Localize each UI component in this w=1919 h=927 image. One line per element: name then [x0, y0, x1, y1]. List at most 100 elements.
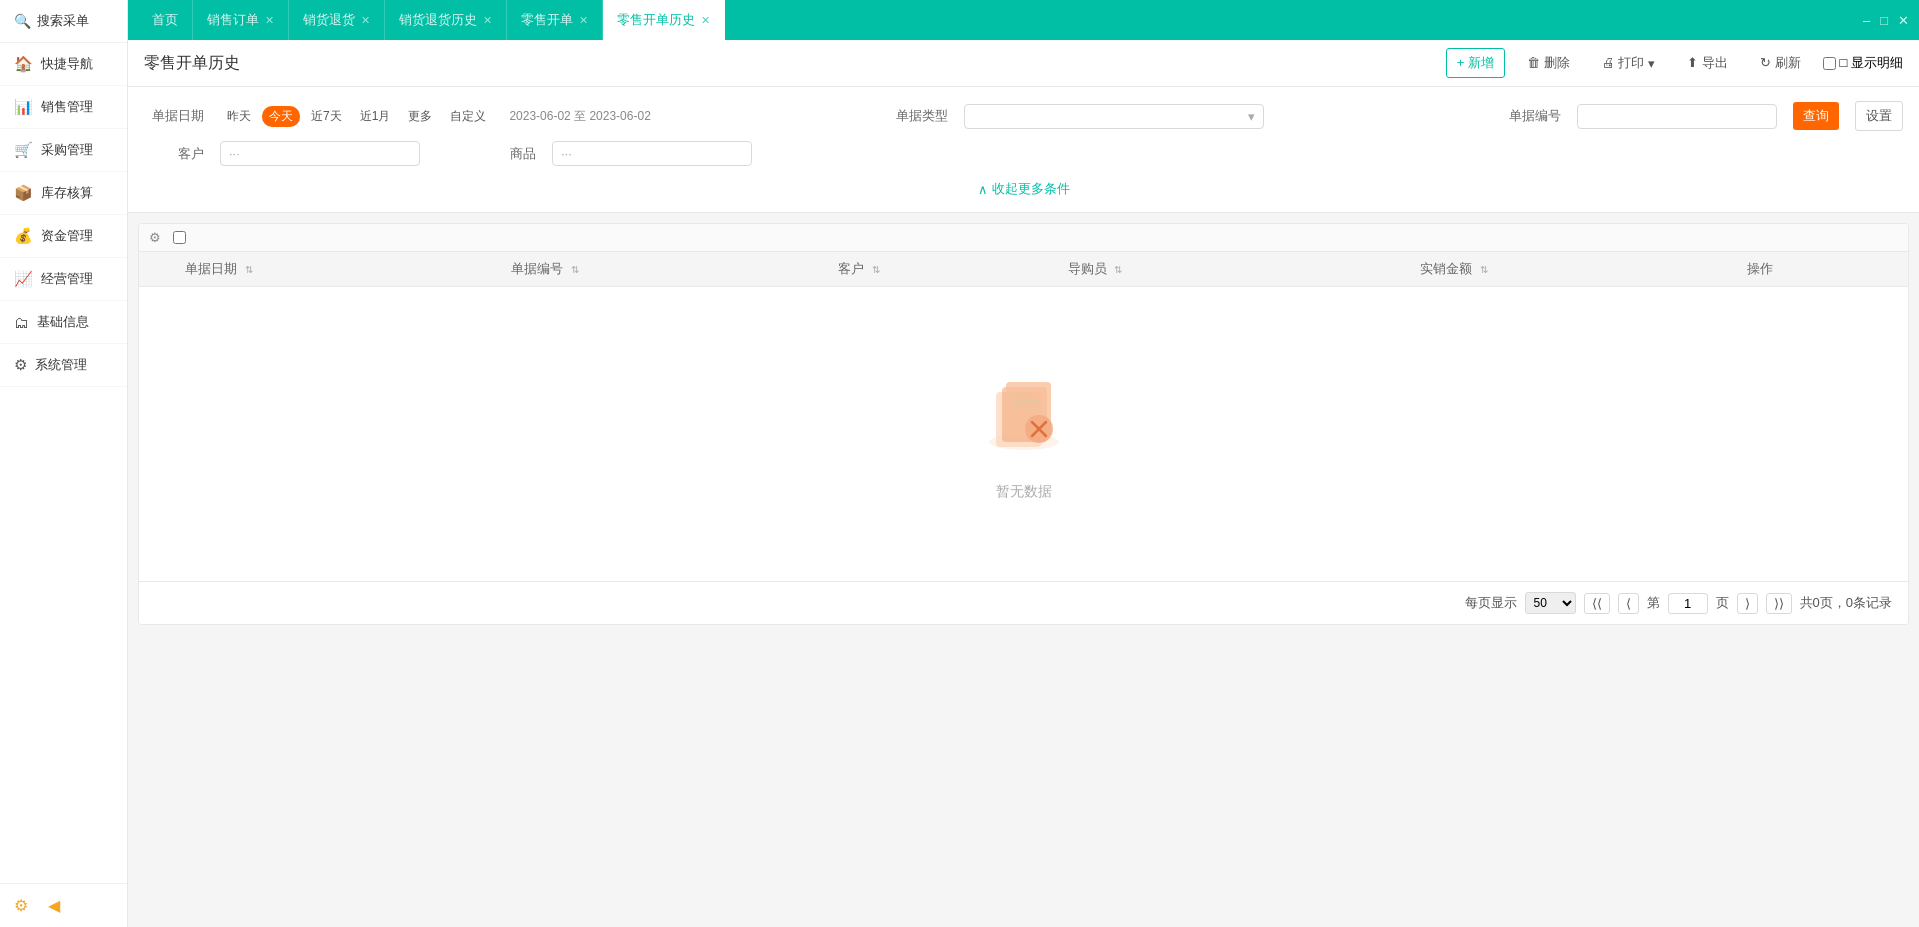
sidebar-item-sales-mgmt[interactable]: 📊 销售管理: [0, 86, 127, 129]
tab-label: 销售订单: [207, 11, 259, 29]
sort-icon: ⇅: [571, 264, 579, 275]
settings-button[interactable]: 设置: [1855, 101, 1903, 131]
empty-text: 暂无数据: [996, 483, 1052, 501]
sidebar-item-finance[interactable]: 💰 资金管理: [0, 215, 127, 258]
sidebar-item-label: 销售管理: [41, 98, 93, 116]
date-btn-today[interactable]: 今天: [262, 106, 300, 127]
doc-type-select[interactable]: ▾: [964, 104, 1264, 129]
chart-icon: 📊: [14, 98, 33, 116]
doc-no-input[interactable]: [1577, 104, 1777, 129]
date-btn-1month[interactable]: 近1月: [353, 106, 398, 127]
th-date-label: 单据日期: [185, 261, 237, 276]
sidebar-item-base-info[interactable]: 🗂 基础信息: [0, 301, 127, 344]
search-icon: 🔍: [14, 13, 31, 29]
th-date[interactable]: 单据日期 ⇅: [175, 252, 501, 287]
sidebar-item-label: 库存核算: [41, 184, 93, 202]
sidebar-item-label: 经营管理: [41, 270, 93, 288]
select-all-checkbox[interactable]: [173, 231, 186, 244]
doc-no-label: 单据编号: [1501, 107, 1561, 125]
collapse-button[interactable]: ∧ 收起更多条件: [144, 176, 1903, 202]
minimize-icon[interactable]: –: [1863, 13, 1870, 28]
sort-icon: ⇅: [1114, 264, 1122, 275]
th-spacer: [1336, 252, 1411, 287]
th-customer[interactable]: 客户 ⇅: [828, 252, 1058, 287]
svg-rect-7: [1012, 393, 1032, 396]
money-icon: 💰: [14, 227, 33, 245]
sidebar-item-ops[interactable]: 📈 经营管理: [0, 258, 127, 301]
chevron-down-icon: ▾: [1648, 56, 1655, 71]
tab-sales-order[interactable]: 销售订单 ✕: [193, 0, 289, 40]
tab-close-icon[interactable]: ✕: [701, 14, 710, 27]
tab-label: 首页: [152, 11, 178, 29]
data-table: 单据日期 ⇅ 单据编号 ⇅ 客户 ⇅ 导购员 ⇅: [139, 252, 1908, 287]
table-settings-icon[interactable]: ⚙: [149, 230, 161, 245]
show-detail-toggle[interactable]: □ 显示明细: [1823, 54, 1903, 72]
window-close-icon[interactable]: ✕: [1898, 13, 1909, 28]
refresh-label: ↻ 刷新: [1760, 54, 1801, 72]
print-label: 🖨 打印: [1602, 54, 1645, 72]
export-button[interactable]: ⬆ 导出: [1677, 49, 1738, 77]
sidebar-item-inventory[interactable]: 📦 库存核算: [0, 172, 127, 215]
table-header-row: 单据日期 ⇅ 单据编号 ⇅ 客户 ⇅ 导购员 ⇅: [139, 252, 1908, 287]
th-guide[interactable]: 导购员 ⇅: [1058, 252, 1336, 287]
customer-input[interactable]: ···: [220, 141, 420, 166]
date-btn-yesterday[interactable]: 昨天: [220, 106, 258, 127]
filter-panel: 单据日期 昨天 今天 近7天 近1月 更多 自定义 2023-06-02 至 2…: [128, 87, 1919, 213]
sidebar-item-sys-mgmt[interactable]: ⚙ 系统管理: [0, 344, 127, 387]
query-button[interactable]: 查询: [1793, 102, 1839, 130]
folder-icon: 🗂: [14, 314, 29, 331]
date-buttons: 昨天 今天 近7天 近1月 更多 自定义: [220, 106, 493, 127]
tab-retail-open[interactable]: 零售开单 ✕: [507, 0, 603, 40]
first-page-btn[interactable]: ⟨⟨: [1584, 593, 1610, 614]
sidebar-item-purchase-mgmt[interactable]: 🛒 采购管理: [0, 129, 127, 172]
next-page-btn[interactable]: ⟩: [1737, 593, 1758, 614]
collapse-label: 收起更多条件: [992, 180, 1070, 198]
refresh-button[interactable]: ↻ 刷新: [1750, 49, 1811, 77]
th-guide-label: 导购员: [1068, 261, 1107, 276]
th-amount[interactable]: 实销金额 ⇅: [1410, 252, 1736, 287]
maximize-icon[interactable]: □: [1880, 13, 1888, 28]
prev-page-btn[interactable]: ⟨: [1618, 593, 1639, 614]
date-filter-label: 单据日期: [144, 107, 204, 125]
chevron-down-icon: ▾: [1248, 109, 1255, 124]
sidebar-search[interactable]: 🔍 搜索采单: [0, 0, 127, 43]
tab-sales-return[interactable]: 销货退货 ✕: [289, 0, 385, 40]
settings-label: 设置: [1866, 107, 1892, 125]
per-page-select[interactable]: 50 10 20 100: [1525, 592, 1576, 614]
page-num-input[interactable]: [1668, 593, 1708, 614]
collapse-icon[interactable]: ◀: [48, 896, 60, 915]
box-icon: 📦: [14, 184, 33, 202]
tab-home[interactable]: 首页: [138, 0, 193, 40]
th-customer-label: 客户: [838, 261, 864, 276]
sidebar-item-label: 资金管理: [41, 227, 93, 245]
query-label: 查询: [1803, 107, 1829, 125]
filter-row-date: 单据日期 昨天 今天 近7天 近1月 更多 自定义 2023-06-02 至 2…: [144, 101, 1903, 131]
page-title: 零售开单历史: [144, 53, 1434, 74]
product-input[interactable]: ···: [552, 141, 752, 166]
tab-sales-return-history[interactable]: 销货退货历史 ✕: [385, 0, 507, 40]
collapse-up-icon: ∧: [978, 182, 988, 197]
tab-close-icon[interactable]: ✕: [265, 14, 274, 27]
tab-retail-history[interactable]: 零售开单历史 ✕: [603, 0, 725, 40]
tab-close-icon[interactable]: ✕: [579, 14, 588, 27]
tab-close-icon[interactable]: ✕: [361, 14, 370, 27]
tab-close-icon[interactable]: ✕: [483, 14, 492, 27]
last-page-btn[interactable]: ⟩⟩: [1766, 593, 1792, 614]
date-btn-more[interactable]: 更多: [401, 106, 439, 127]
date-btn-custom[interactable]: 自定义: [443, 106, 493, 127]
delete-button[interactable]: 🗑 删除: [1517, 49, 1580, 77]
settings-icon[interactable]: ⚙: [14, 896, 28, 915]
tab-label: 零售开单: [521, 11, 573, 29]
empty-state: 暂无数据: [139, 287, 1908, 581]
customer-label: 客户: [144, 145, 204, 163]
show-detail-checkbox[interactable]: [1823, 57, 1836, 70]
add-button[interactable]: + 新增: [1446, 48, 1505, 78]
print-button[interactable]: 🖨 打印 ▾: [1592, 49, 1666, 77]
sidebar-item-label: 采购管理: [41, 141, 93, 159]
table-toolbar: ⚙: [139, 224, 1908, 252]
sidebar-item-quick-nav[interactable]: 🏠 快捷导航: [0, 43, 127, 86]
date-btn-7days[interactable]: 近7天: [304, 106, 349, 127]
tab-bar-right: – □ ✕: [1863, 13, 1909, 28]
page-label-prefix: 第: [1647, 594, 1660, 612]
th-no[interactable]: 单据编号 ⇅: [501, 252, 827, 287]
